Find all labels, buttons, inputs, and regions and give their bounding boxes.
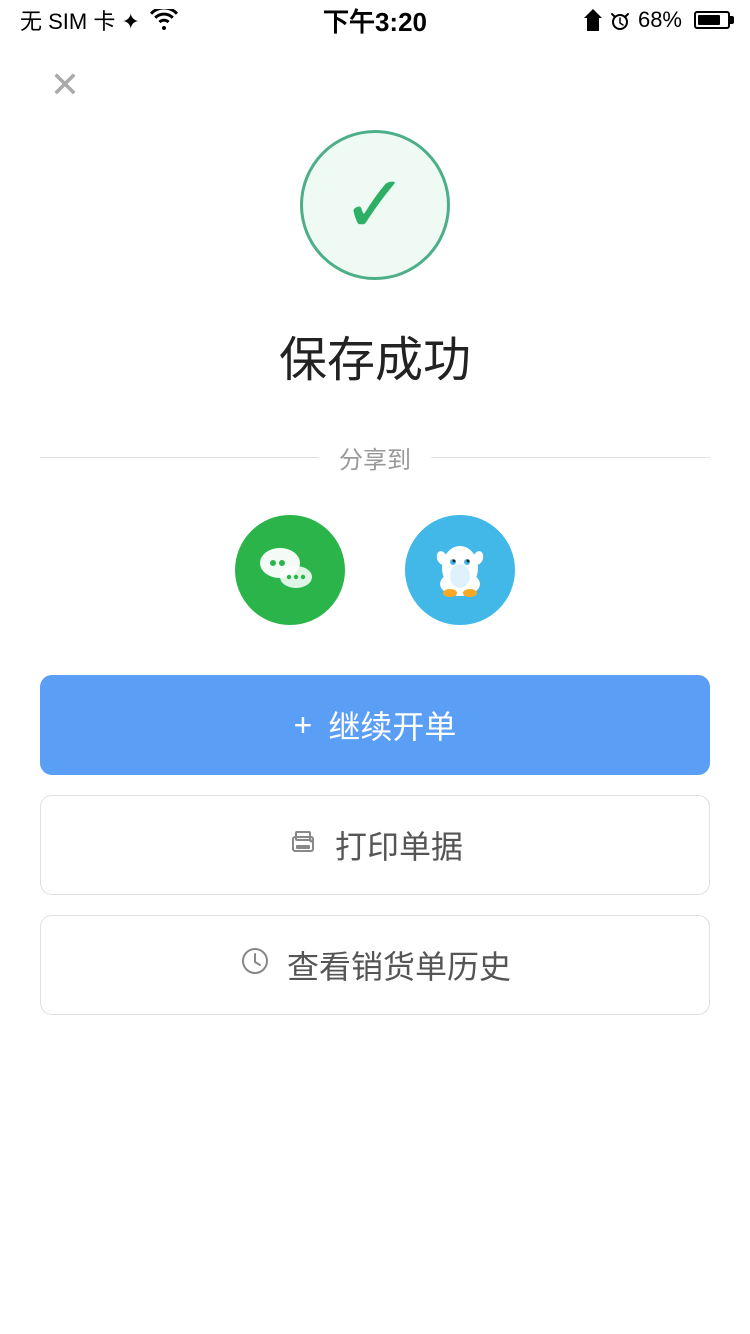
status-right: 68% (584, 7, 730, 33)
history-button[interactable]: 查看销货单历史 (40, 915, 710, 1015)
status-left: 无 SIM 卡 ✦ (20, 4, 178, 36)
battery-percent: 68% (638, 7, 682, 33)
print-label: 打印单据 (335, 822, 463, 868)
continue-button[interactable]: + 继续开单 (40, 675, 710, 775)
close-icon: ✕ (50, 67, 80, 103)
status-bar: 无 SIM 卡 ✦ 下午3:20 68% (0, 0, 750, 40)
status-time: 下午3:20 (323, 2, 427, 39)
close-button[interactable]: ✕ (40, 60, 90, 110)
wechat-share-button[interactable] (235, 515, 345, 625)
share-section: 分享到 (40, 440, 710, 625)
checkmark-icon: ✓ (341, 165, 408, 245)
print-button[interactable]: 打印单据 (40, 795, 710, 895)
share-icons (40, 515, 710, 625)
alarm-icon (610, 10, 630, 30)
battery-icon (694, 11, 730, 29)
share-label: 分享到 (319, 440, 431, 475)
history-icon (239, 945, 271, 985)
wifi-icon (150, 9, 178, 31)
wechat-icon (258, 543, 323, 598)
action-section: + 继续开单 打印单据 查看销货单历史 (40, 675, 710, 1055)
history-label: 查看销货单历史 (287, 942, 511, 988)
qq-icon (428, 538, 493, 603)
plus-icon: + (294, 707, 313, 744)
continue-label: 继续开单 (328, 702, 456, 748)
success-circle: ✓ (300, 130, 450, 280)
location-icon (584, 9, 602, 31)
print-icon (287, 825, 319, 865)
qq-share-button[interactable] (405, 515, 515, 625)
main-content: ✓ 保存成功 分享到 (0, 110, 750, 1334)
success-title: 保存成功 (279, 320, 471, 390)
close-area: ✕ (0, 40, 750, 110)
sim-text: 无 SIM 卡 ✦ (20, 4, 140, 36)
share-divider: 分享到 (40, 440, 710, 475)
